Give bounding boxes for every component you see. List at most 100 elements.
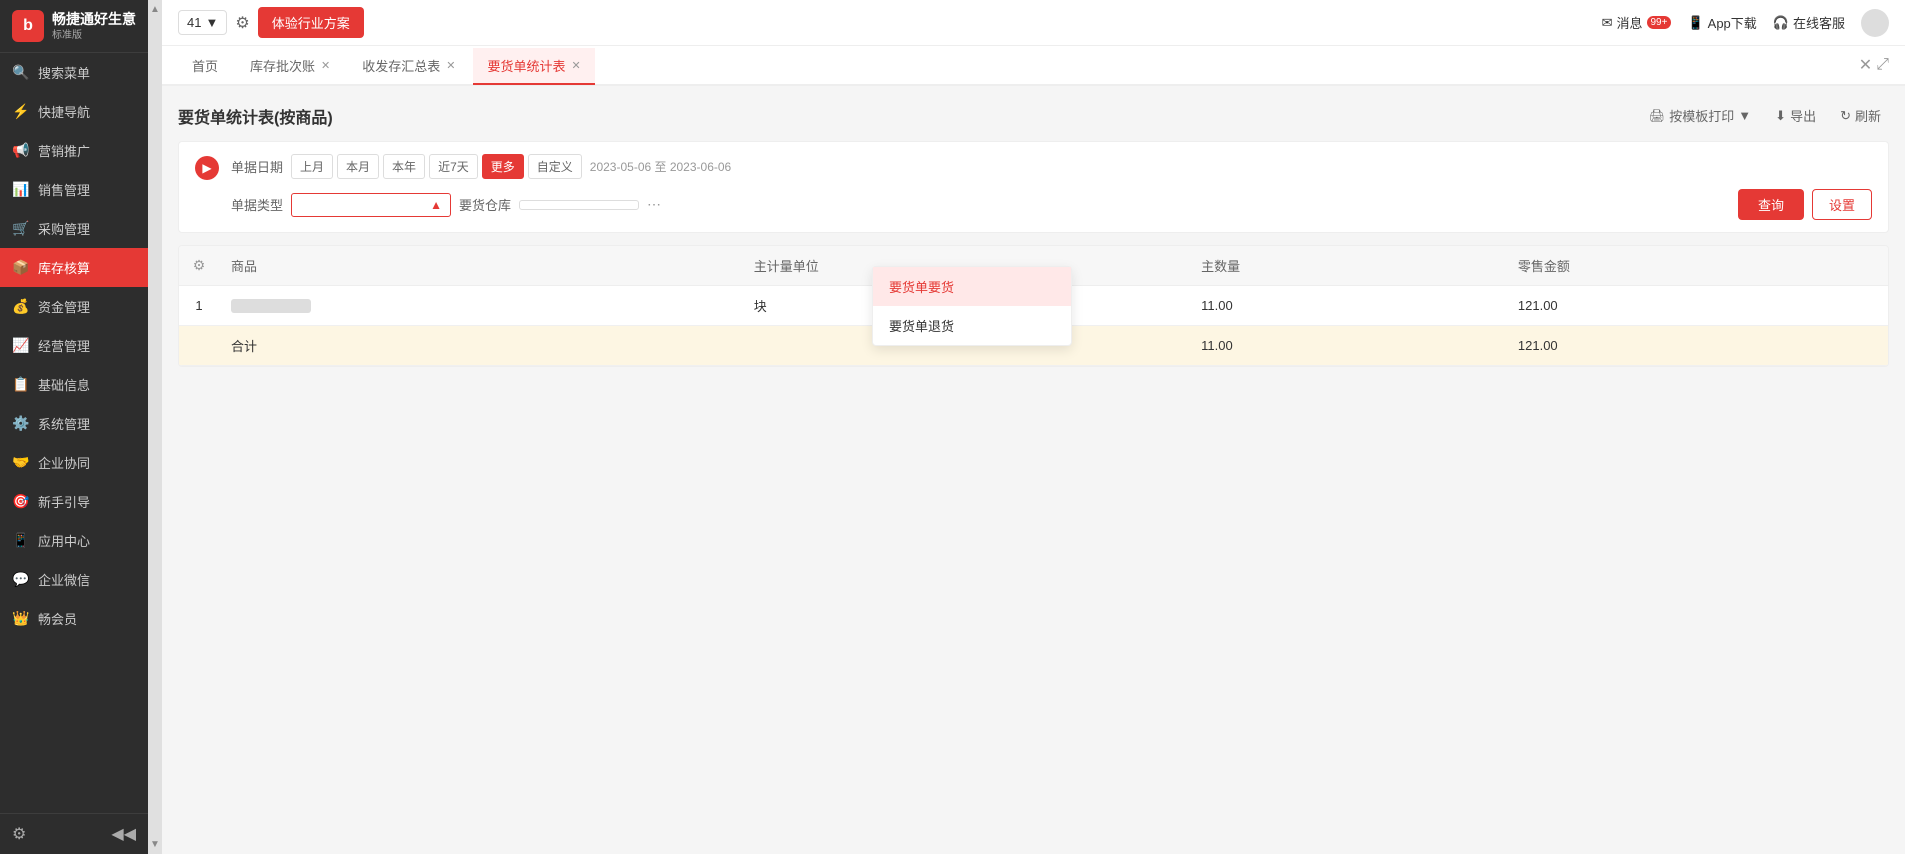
tab-order-stats-close[interactable]: ✕ xyxy=(572,59,581,72)
row-retail-amount: 121.00 xyxy=(1506,286,1888,326)
sidebar: b 畅捷通好生意 标准版 🔍 搜索菜单 ⚡ 快捷导航 📢 营销推广 📊 销售管理… xyxy=(0,0,148,854)
tab-home-label: 首页 xyxy=(192,56,218,75)
dropdown-item-order[interactable]: 要货单要货 xyxy=(873,267,1071,306)
type-select[interactable]: ▲ xyxy=(291,193,451,217)
sidebar-item-purchase[interactable]: 🛒 采购管理 xyxy=(0,209,148,248)
sidebar-item-sales[interactable]: 📊 销售管理 xyxy=(0,170,148,209)
print-label: 按模板打印 xyxy=(1669,106,1734,125)
sidebar-item-finance[interactable]: 💰 资金管理 xyxy=(0,287,148,326)
date-btn-this-year[interactable]: 本年 xyxy=(383,154,425,179)
store-selector[interactable]: 41 ▼ xyxy=(178,10,227,35)
inventory-icon: 📦 xyxy=(12,259,30,277)
sidebar-item-marketing[interactable]: 📢 营销推广 xyxy=(0,131,148,170)
marketing-icon: 📢 xyxy=(12,142,30,160)
app-download-btn[interactable]: 📱 App下载 xyxy=(1687,13,1756,32)
main-area: 41 ▼ ⚙ 体验行业方案 ✉ 消息 99+ 📱 App下载 🎧 在线客服 xyxy=(162,0,1905,854)
sidebar-item-label: 新手引导 xyxy=(38,492,90,511)
chevron-down-icon: ▼ xyxy=(205,15,218,30)
sidebar-item-enterprise[interactable]: 🤝 企业协同 xyxy=(0,443,148,482)
header-right: ✉ 消息 99+ 📱 App下载 🎧 在线客服 xyxy=(1602,9,1889,37)
sidebar-logo: b 畅捷通好生意 标准版 xyxy=(0,0,148,53)
message-label: 消息 xyxy=(1616,13,1642,32)
sidebar-item-label: 应用中心 xyxy=(38,531,90,550)
tab-inventory-batch[interactable]: 库存批次账 ✕ xyxy=(236,48,344,85)
page-header: 要货单统计表(按商品) 🖨 按模板打印 ▼ ⬇ 导出 ↻ 刷新 xyxy=(178,102,1889,129)
header-gear-icon[interactable]: ⚙ xyxy=(235,13,249,33)
print-icon: 🖨 xyxy=(1649,108,1666,124)
sidebar-item-search[interactable]: 🔍 搜索菜单 xyxy=(0,53,148,92)
logo-badge: 标准版 xyxy=(52,29,136,42)
date-btn-7days[interactable]: 近7天 xyxy=(429,154,478,179)
logo-title: 畅捷通好生意 xyxy=(52,10,136,28)
summary-quantity: 11.00 xyxy=(1189,326,1506,366)
column-settings-icon[interactable]: ⚙ xyxy=(193,257,206,273)
date-label: 单据日期 xyxy=(231,157,283,176)
set-button[interactable]: 设置 xyxy=(1812,189,1872,220)
enterprise-icon: 🤝 xyxy=(12,454,30,472)
user-avatar[interactable] xyxy=(1861,9,1889,37)
chevron-down-icon: ▼ xyxy=(1738,108,1751,123)
tab-home[interactable]: 首页 xyxy=(178,48,232,85)
scroll-down[interactable]: ▼ xyxy=(150,839,160,850)
message-btn[interactable]: ✉ 消息 99+ xyxy=(1602,13,1672,32)
date-range-text: 2023-05-06 至 2023-06-06 xyxy=(590,158,731,175)
date-btn-last-month[interactable]: 上月 xyxy=(291,154,333,179)
date-btn-more[interactable]: 更多 xyxy=(482,154,524,179)
tab-inventory-batch-close[interactable]: ✕ xyxy=(321,59,330,72)
sidebar-item-system[interactable]: ⚙️ 系统管理 xyxy=(0,404,148,443)
sidebar-item-operations[interactable]: 📈 经营管理 xyxy=(0,326,148,365)
sidebar-item-inventory[interactable]: 📦 库存核算 xyxy=(0,248,148,287)
tab-expand-btn[interactable]: ⤢ xyxy=(1876,56,1889,74)
logo-icon: b xyxy=(12,10,44,42)
tab-receivables[interactable]: 收发存汇总表 ✕ xyxy=(348,48,469,85)
purchase-icon: 🛒 xyxy=(12,220,30,238)
phone-icon: 📱 xyxy=(1687,15,1703,31)
type-dropdown: 要货单要货 要货单退货 xyxy=(872,266,1072,346)
tab-order-stats[interactable]: 要货单统计表 ✕ xyxy=(473,48,594,85)
refresh-btn[interactable]: ↻ 刷新 xyxy=(1832,102,1889,129)
sidebar-item-quicknav[interactable]: ⚡ 快捷导航 xyxy=(0,92,148,131)
export-icon: ⬇ xyxy=(1775,108,1786,124)
header-left: 41 ▼ ⚙ 体验行业方案 xyxy=(178,7,364,38)
warehouse-label: 要货仓库 xyxy=(459,195,511,214)
summary-label: 合计 xyxy=(219,326,742,366)
sidebar-item-label: 基础信息 xyxy=(38,375,90,394)
sidebar-item-guide[interactable]: 🎯 新手引导 xyxy=(0,482,148,521)
collapse-button[interactable]: ◀◀ xyxy=(111,824,136,844)
sidebar-item-label: 采购管理 xyxy=(38,219,90,238)
filter-more-icon[interactable]: ⋯ xyxy=(647,196,661,213)
date-btn-this-month[interactable]: 本月 xyxy=(337,154,379,179)
settings-bottom-icon[interactable]: ⚙ xyxy=(12,824,26,844)
col-quantity: 主数量 xyxy=(1189,246,1506,286)
type-chevron-up-icon: ▲ xyxy=(430,198,442,212)
sidebar-item-weixin[interactable]: 💬 企业微信 xyxy=(0,560,148,599)
dropdown-item-return[interactable]: 要货单退货 xyxy=(873,306,1071,345)
quicknav-icon: ⚡ xyxy=(12,103,30,121)
sidebar-item-appcenter[interactable]: 📱 应用中心 xyxy=(0,521,148,560)
search-icon: 🔍 xyxy=(12,64,30,82)
sidebar-item-member[interactable]: 👑 畅会员 xyxy=(0,599,148,638)
sidebar-item-label: 库存核算 xyxy=(38,258,90,277)
date-quick-btns: 上月 本月 本年 近7天 更多 自定义 xyxy=(291,154,582,179)
date-btn-custom[interactable]: 自定义 xyxy=(528,154,582,179)
online-service-btn[interactable]: 🎧 在线客服 xyxy=(1773,13,1845,32)
type-label: 单据类型 xyxy=(231,195,283,214)
online-service-label: 在线客服 xyxy=(1793,13,1845,32)
col-settings: ⚙ xyxy=(179,246,219,286)
sidebar-item-basic[interactable]: 📋 基础信息 xyxy=(0,365,148,404)
scroll-up[interactable]: ▲ xyxy=(150,4,160,15)
summary-empty xyxy=(179,326,219,366)
query-button[interactable]: 查询 xyxy=(1738,189,1804,220)
tab-close-all-btn[interactable]: ✕ xyxy=(1859,55,1872,75)
operations-icon: 📈 xyxy=(12,337,30,355)
trial-button[interactable]: 体验行业方案 xyxy=(258,7,364,38)
warehouse-select[interactable] xyxy=(519,200,639,210)
tab-receivables-close[interactable]: ✕ xyxy=(446,59,455,72)
sidebar-item-label: 营销推广 xyxy=(38,141,90,160)
export-btn[interactable]: ⬇ 导出 xyxy=(1767,102,1824,129)
sidebar-item-label: 畅会员 xyxy=(38,609,77,628)
print-btn[interactable]: 🖨 按模板打印 ▼ xyxy=(1641,102,1759,129)
sidebar-item-label: 快捷导航 xyxy=(38,102,90,121)
filter-expand-btn[interactable]: ▶ xyxy=(195,156,219,180)
finance-icon: 💰 xyxy=(12,298,30,316)
